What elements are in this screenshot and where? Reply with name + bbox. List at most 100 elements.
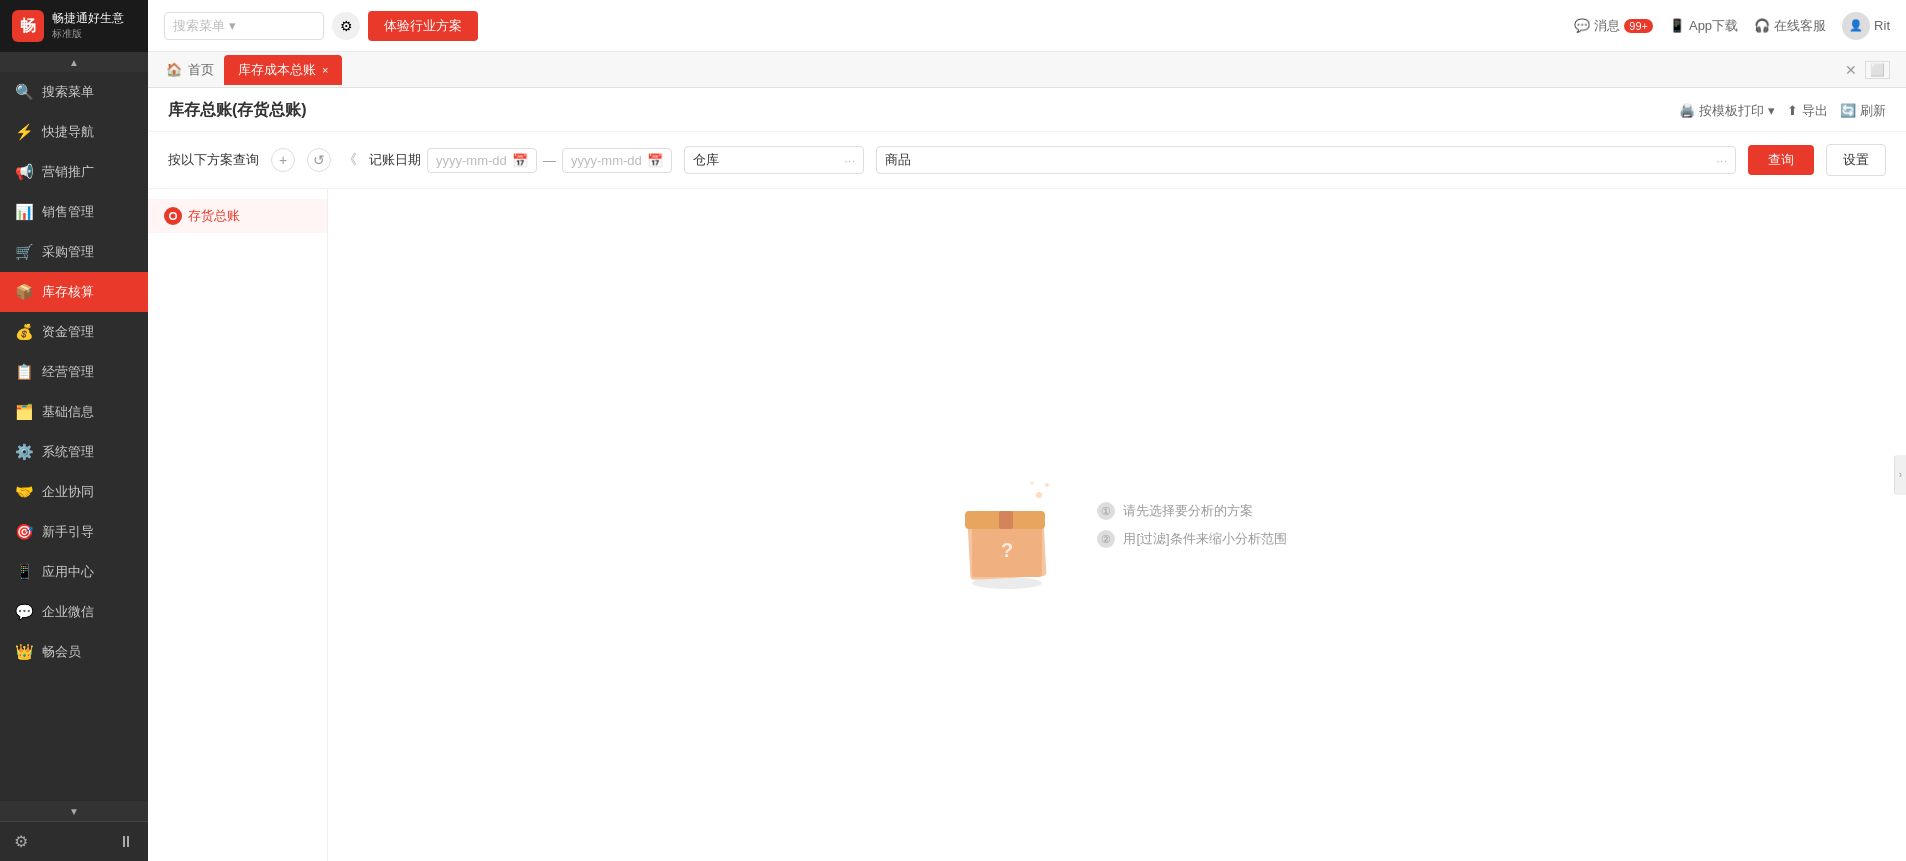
sidebar-item-member[interactable]: 👑 畅会员 — [0, 632, 148, 672]
empty-state: ? ① 请先选择要分析的方案 ② 用[过滤]条件来缩小分析范围 — [328, 189, 1906, 861]
sidebar-scroll-up[interactable]: ▲ — [0, 52, 148, 72]
calendar-from-icon[interactable]: 📅 — [512, 153, 528, 168]
finance-icon: 💰 — [14, 322, 34, 342]
filter-add-button[interactable]: + — [271, 148, 295, 172]
basic-icon: 🗂️ — [14, 402, 34, 422]
sidebar-item-system[interactable]: ⚙️ 系统管理 — [0, 432, 148, 472]
hint-text-1: 请先选择要分析的方案 — [1123, 502, 1253, 520]
filter-date-group: 记账日期 yyyy-mm-dd 📅 — yyyy-mm-dd 📅 — [369, 148, 672, 173]
sidebar-scroll-down[interactable]: ▼ — [0, 801, 148, 821]
sidebar-item-inventory[interactable]: 📦 库存核算 — [0, 272, 148, 312]
filter-reset-button[interactable]: ↺ — [307, 148, 331, 172]
sidebar-item-purchase[interactable]: 🛒 采购管理 — [0, 232, 148, 272]
sales-icon: 📊 — [14, 202, 34, 222]
sidebar-item-marketing[interactable]: 📢 营销推广 — [0, 152, 148, 192]
warehouse-input[interactable]: 仓库 ··· — [684, 146, 864, 174]
date-from-input[interactable]: yyyy-mm-dd 📅 — [427, 148, 537, 173]
hint-num-1: ① — [1097, 502, 1115, 520]
left-panel-item-inventory-ledger[interactable]: 存货总账 — [148, 199, 327, 233]
filter-bar: 按以下方案查询 + ↺ 《 记账日期 yyyy-mm-dd 📅 — yyyy-m… — [148, 132, 1906, 189]
sidebar-item-enterprise[interactable]: 🤝 企业协同 — [0, 472, 148, 512]
calendar-to-icon[interactable]: 📅 — [647, 153, 663, 168]
user-info[interactable]: 👤 Rit — [1842, 12, 1890, 40]
member-icon: 👑 — [14, 642, 34, 662]
message-icon: 💬 — [1574, 18, 1590, 33]
right-side-handle[interactable]: › — [1894, 455, 1906, 495]
product-more-icon[interactable]: ··· — [1716, 153, 1727, 168]
app-logo: 畅 畅捷通好生意 标准版 — [0, 0, 148, 52]
topbar-settings-btn[interactable]: ⚙ — [332, 12, 360, 40]
svg-point-1 — [171, 214, 176, 219]
messages-label: 消息 — [1594, 17, 1620, 35]
filter-collapse-button[interactable]: 《 — [343, 151, 357, 169]
sidebar-item-inventory-label: 库存核算 — [42, 283, 94, 301]
topbar-search-area[interactable]: 搜索菜单 ▾ — [164, 12, 324, 40]
sidebar-item-operations-label: 经营管理 — [42, 363, 94, 381]
enterprise-icon: 🤝 — [14, 482, 34, 502]
refresh-action[interactable]: 🔄 刷新 — [1840, 102, 1886, 120]
sidebar-item-appstore[interactable]: 📱 应用中心 — [0, 552, 148, 592]
sidebar-item-quick-nav[interactable]: ⚡ 快捷导航 — [0, 112, 148, 152]
page-actions: 🖨️ 按模板打印 ▾ ⬆ 导出 🔄 刷新 — [1679, 102, 1886, 120]
date-to-input[interactable]: yyyy-mm-dd 📅 — [562, 148, 672, 173]
tab-close-icon[interactable]: × — [322, 64, 328, 76]
sidebar-item-quick-nav-label: 快捷导航 — [42, 123, 94, 141]
newbie-icon: 🎯 — [14, 522, 34, 542]
product-input[interactable]: 商品 ··· — [876, 146, 1736, 174]
search-placeholder-text: 搜索菜单 — [173, 17, 225, 35]
messages-badge: 99+ — [1624, 19, 1653, 33]
sidebar-item-wecom[interactable]: 💬 企业微信 — [0, 592, 148, 632]
online-support-item[interactable]: 🎧 在线客服 — [1754, 17, 1826, 35]
export-label: 导出 — [1802, 102, 1828, 120]
tab-panel-close-icon[interactable]: ✕ — [1845, 62, 1857, 78]
messages-item[interactable]: 💬 消息 99+ — [1574, 17, 1653, 35]
settings-footer-icon[interactable]: ⚙ — [14, 832, 28, 851]
print-action[interactable]: 🖨️ 按模板打印 ▾ — [1679, 102, 1775, 120]
empty-hints: ① 请先选择要分析的方案 ② 用[过滤]条件来缩小分析范围 — [1097, 502, 1286, 548]
sidebar-item-basic[interactable]: 🗂️ 基础信息 — [0, 392, 148, 432]
headset-icon: 🎧 — [1754, 18, 1770, 33]
sidebar-item-sales[interactable]: 📊 销售管理 — [0, 192, 148, 232]
sidebar-nav: 🔍 搜索菜单 ⚡ 快捷导航 📢 营销推广 📊 销售管理 🛒 采购管理 📦 库存核… — [0, 72, 148, 801]
sidebar-item-search-label: 搜索菜单 — [42, 83, 94, 101]
svg-rect-6 — [999, 511, 1013, 529]
logo-icon: 畅 — [12, 10, 44, 42]
sidebar-item-wecom-label: 企业微信 — [42, 603, 94, 621]
product-label: 商品 — [885, 151, 911, 169]
sidebar-item-finance[interactable]: 💰 资金管理 — [0, 312, 148, 352]
marketing-icon: 📢 — [14, 162, 34, 182]
main-area: 搜索菜单 ▾ ⚙ 体验行业方案 💬 消息 99+ 📱 App下载 🎧 在线客服 — [148, 0, 1906, 861]
topbar-dropdown-icon[interactable]: ▾ — [229, 18, 236, 33]
trial-button[interactable]: 体验行业方案 — [368, 11, 478, 41]
quick-nav-icon: ⚡ — [14, 122, 34, 142]
query-button[interactable]: 查询 — [1748, 145, 1814, 175]
empty-hint-2: ② 用[过滤]条件来缩小分析范围 — [1097, 530, 1286, 548]
svg-text:?: ? — [1001, 539, 1013, 561]
warehouse-more-icon[interactable]: ··· — [844, 153, 855, 168]
sidebar-item-basic-label: 基础信息 — [42, 403, 94, 421]
hint-num-2: ② — [1097, 530, 1115, 548]
settings-button[interactable]: 设置 — [1826, 144, 1886, 176]
phone-icon: 📱 — [1669, 18, 1685, 33]
sidebar-item-enterprise-label: 企业协同 — [42, 483, 94, 501]
avatar: 👤 — [1842, 12, 1870, 40]
tab-home[interactable]: 🏠 首页 — [156, 55, 224, 85]
ledger-icon — [164, 207, 182, 225]
sidebar-item-finance-label: 资金管理 — [42, 323, 94, 341]
app-download-item[interactable]: 📱 App下载 — [1669, 17, 1738, 35]
online-support-label: 在线客服 — [1774, 17, 1826, 35]
tab-inventory-ledger[interactable]: 库存成本总账 × — [224, 55, 342, 85]
sidebar-item-search[interactable]: 🔍 搜索菜单 — [0, 72, 148, 112]
export-action[interactable]: ⬆ 导出 — [1787, 102, 1828, 120]
export-icon: ⬆ — [1787, 103, 1798, 118]
home-icon: 🏠 — [166, 62, 182, 77]
print-dropdown-icon[interactable]: ▾ — [1768, 103, 1775, 118]
svg-point-8 — [1036, 492, 1042, 498]
sidebar-item-newbie[interactable]: 🎯 新手引导 — [0, 512, 148, 552]
print-label: 按模板打印 — [1699, 102, 1764, 120]
sidebar-item-operations[interactable]: 📋 经营管理 — [0, 352, 148, 392]
audio-footer-icon[interactable]: ⏸ — [118, 833, 134, 851]
date-to-placeholder: yyyy-mm-dd — [571, 153, 642, 168]
sidebar-item-sales-label: 销售管理 — [42, 203, 94, 221]
tab-panel-resize-icon[interactable]: ⬜ — [1865, 61, 1890, 79]
